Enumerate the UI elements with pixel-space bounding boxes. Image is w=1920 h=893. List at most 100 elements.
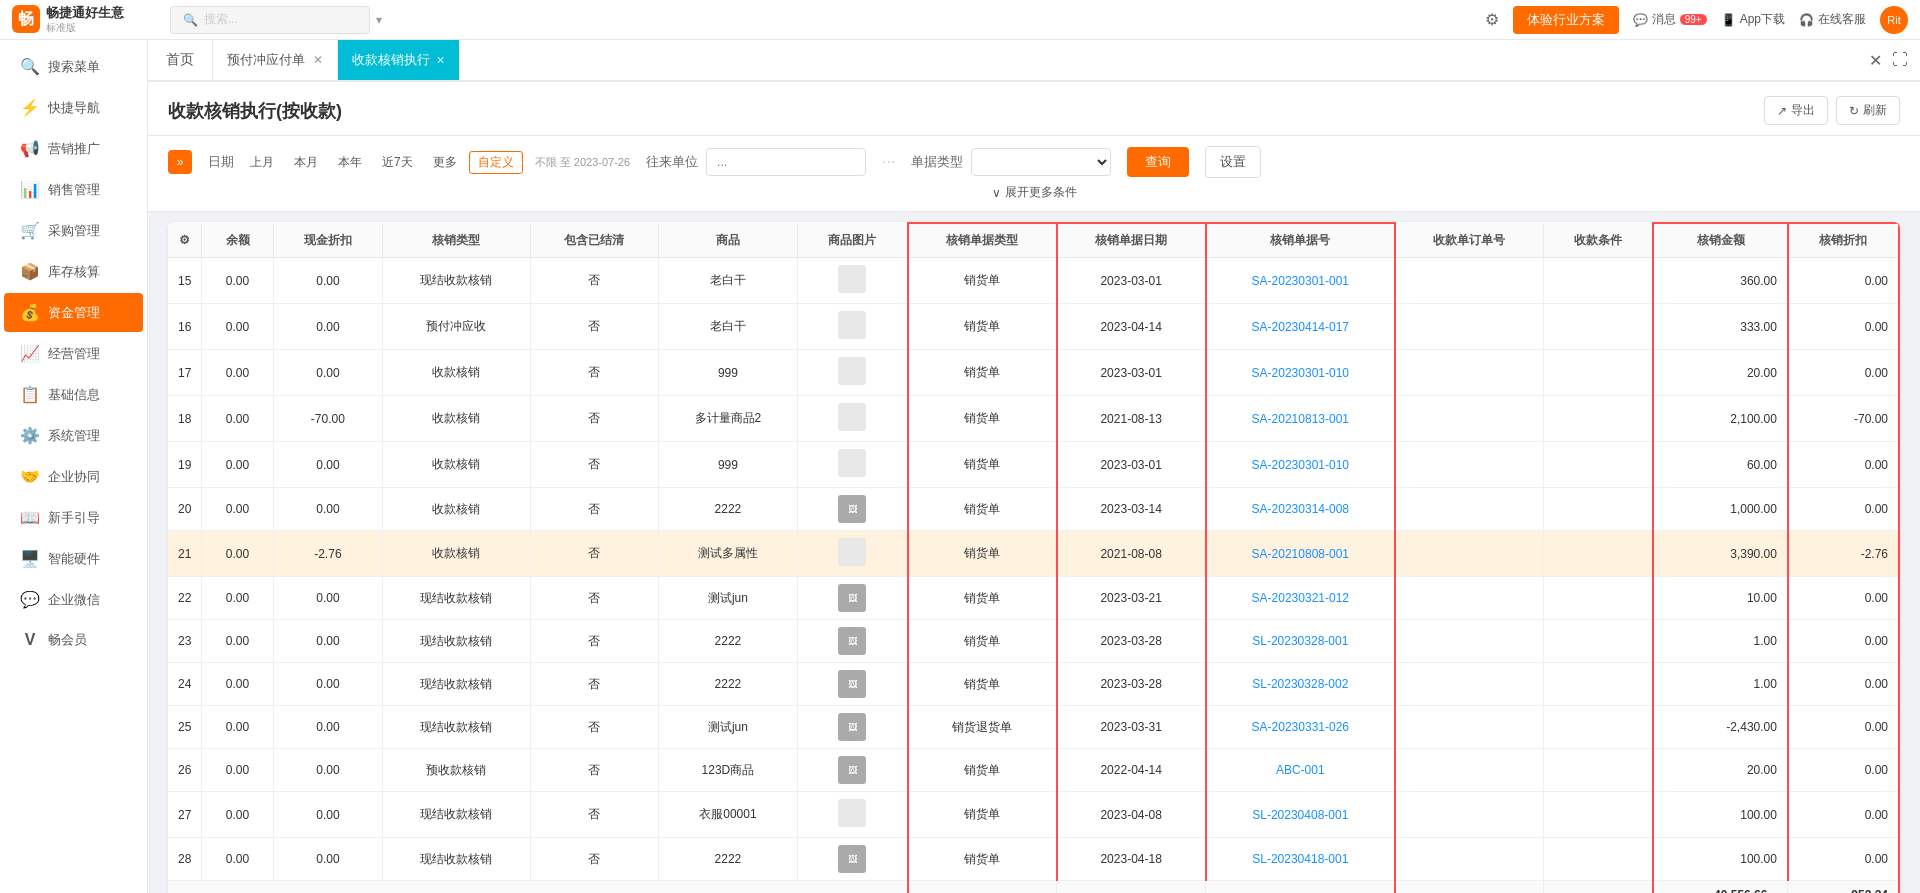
cell-verify-doc-no[interactable]: ABC-001 xyxy=(1206,749,1395,792)
cell-verify-doc-no[interactable]: SA-20210813-001 xyxy=(1206,396,1395,442)
export-button[interactable]: ↗ 导出 xyxy=(1764,96,1828,125)
cell-verify-type: 收款核销 xyxy=(383,350,530,396)
date-option-last-month[interactable]: 上月 xyxy=(242,152,282,173)
date-option-more[interactable]: 更多 xyxy=(425,152,465,173)
cell-verify-doc-no[interactable]: SL-20230328-001 xyxy=(1206,620,1395,663)
tab-home[interactable]: 首页 xyxy=(148,40,213,80)
app-download-icon: 📱 xyxy=(1721,13,1736,27)
col-header-settings[interactable]: ⚙ xyxy=(168,223,202,258)
sidebar-label-search: 搜索菜单 xyxy=(48,58,100,76)
user-avatar[interactable]: Rit xyxy=(1880,6,1908,34)
cell-receipt-order-no xyxy=(1395,396,1543,442)
app-badge: 标准版 xyxy=(46,21,124,34)
cell-verify-doc-no[interactable]: SA-20230301-010 xyxy=(1206,442,1395,488)
page-header-actions: ↗ 导出 ↻ 刷新 xyxy=(1764,96,1900,125)
tab-verify-close[interactable]: ✕ xyxy=(436,54,445,67)
refresh-button[interactable]: ↻ 刷新 xyxy=(1836,96,1900,125)
verify-doc-no-link[interactable]: SA-20230301-010 xyxy=(1252,458,1349,472)
dropdown-arrow-icon[interactable]: ▾ xyxy=(376,13,382,27)
sidebar-item-search[interactable]: 🔍 搜索菜单 xyxy=(4,47,143,86)
main-layout: 🔍 搜索菜单 ⚡ 快捷导航 📢 营销推广 📊 销售管理 🛒 采购管理 📦 库存核… xyxy=(0,40,1920,893)
query-button[interactable]: 查询 xyxy=(1127,147,1189,177)
col-header-verify-type: 核销类型 xyxy=(383,223,530,258)
cell-verify-doc-no[interactable]: SA-20230321-012 xyxy=(1206,577,1395,620)
cell-no: 17 xyxy=(168,350,202,396)
product-image-empty xyxy=(838,538,866,566)
cell-verify-doc-no[interactable]: SL-20230418-001 xyxy=(1206,838,1395,881)
search-placeholder: 搜索... xyxy=(204,11,238,28)
verify-doc-no-link[interactable]: SA-20230414-017 xyxy=(1252,320,1349,334)
sidebar-item-member[interactable]: V 畅会员 xyxy=(4,621,143,659)
verify-doc-no-link[interactable]: SA-20230314-008 xyxy=(1252,502,1349,516)
verify-doc-no-link[interactable]: SA-20230331-026 xyxy=(1252,720,1349,734)
date-option-this-year[interactable]: 本年 xyxy=(330,152,370,173)
cell-verify-doc-no[interactable]: SA-20210808-001 xyxy=(1206,531,1395,577)
tab-prepay[interactable]: 预付冲应付单 ✕ xyxy=(213,40,338,80)
cell-product-image: 🖼 xyxy=(797,749,907,792)
cell-verify-doc-no[interactable]: SA-20230331-026 xyxy=(1206,706,1395,749)
verify-doc-no-link[interactable]: SL-20230418-001 xyxy=(1252,852,1348,866)
cell-verify-doc-no[interactable]: SA-20230301-010 xyxy=(1206,350,1395,396)
cell-verify-doc-no[interactable]: SA-20230414-017 xyxy=(1206,304,1395,350)
search-box[interactable]: 🔍 搜索... xyxy=(170,6,370,34)
product-image: 🖼 xyxy=(838,584,866,612)
gear-settings-icon[interactable]: ⚙ xyxy=(1485,10,1499,29)
sidebar-item-finance[interactable]: 💰 资金管理 xyxy=(4,293,143,332)
sidebar-item-marketing[interactable]: 📢 营销推广 xyxy=(4,129,143,168)
table-container[interactable]: ⚙ 余额 现金折扣 核销类型 包含已结清 商品 商品图片 核销单据类型 核销单据… xyxy=(148,212,1920,893)
cell-receipt-condition xyxy=(1543,620,1653,663)
verify-doc-no-link[interactable]: SL-20230328-002 xyxy=(1252,677,1348,691)
verify-doc-no-link[interactable]: SA-20210808-001 xyxy=(1252,547,1349,561)
cell-verify-doc-type: 销货单 xyxy=(908,663,1057,706)
verify-doc-no-link[interactable]: SL-20230328-001 xyxy=(1252,634,1348,648)
cell-verify-doc-no[interactable]: SA-20230314-008 xyxy=(1206,488,1395,531)
verify-doc-no-link[interactable]: SA-20230301-001 xyxy=(1252,274,1349,288)
app-download-action[interactable]: 📱 App下载 xyxy=(1721,11,1785,28)
cell-included-settled: 否 xyxy=(530,663,658,706)
settings-button[interactable]: 设置 xyxy=(1205,146,1261,178)
sidebar-item-basic-info[interactable]: 📋 基础信息 xyxy=(4,375,143,414)
online-service-action[interactable]: 🎧 在线客服 xyxy=(1799,11,1866,28)
tab-prepay-close[interactable]: ✕ xyxy=(313,53,323,67)
sidebar-item-collab[interactable]: 🤝 企业协同 xyxy=(4,457,143,496)
sidebar-item-system[interactable]: ⚙️ 系统管理 xyxy=(4,416,143,455)
date-custom-button[interactable]: 自定义 xyxy=(469,151,523,174)
expand-more-button[interactable]: ∨ 展开更多条件 xyxy=(992,184,1077,201)
industry-solution-button[interactable]: 体验行业方案 xyxy=(1513,6,1619,34)
sidebar-item-sales[interactable]: 📊 销售管理 xyxy=(4,170,143,209)
cell-no: 24 xyxy=(168,663,202,706)
cell-verify-doc-no[interactable]: SA-20230301-001 xyxy=(1206,258,1395,304)
verify-doc-no-link[interactable]: ABC-001 xyxy=(1276,763,1325,777)
verify-doc-no-link[interactable]: SA-20230321-012 xyxy=(1252,591,1349,605)
sidebar-item-guide[interactable]: 📖 新手引导 xyxy=(4,498,143,537)
sidebar-item-wechat[interactable]: 💬 企业微信 xyxy=(4,580,143,619)
verify-doc-no-link[interactable]: SA-20230301-010 xyxy=(1252,366,1349,380)
sidebar-item-operations[interactable]: 📈 经营管理 xyxy=(4,334,143,373)
date-option-this-month[interactable]: 本月 xyxy=(286,152,326,173)
search-menu-icon: 🔍 xyxy=(20,57,40,76)
filter-expand-button[interactable]: » xyxy=(168,150,192,174)
sidebar-item-purchase[interactable]: 🛒 采购管理 xyxy=(4,211,143,250)
tab-close-icon[interactable]: ✕ xyxy=(1869,51,1882,70)
sidebar-item-hardware[interactable]: 🖥️ 智能硬件 xyxy=(4,539,143,578)
sidebar-item-quick-nav[interactable]: ⚡ 快捷导航 xyxy=(4,88,143,127)
verify-doc-no-link[interactable]: SA-20210813-001 xyxy=(1252,412,1349,426)
cell-included-settled: 否 xyxy=(530,531,658,577)
verify-doc-no-link[interactable]: SL-20230408-001 xyxy=(1252,808,1348,822)
cell-verify-discount: 0.00 xyxy=(1788,706,1899,749)
doctype-select[interactable] xyxy=(971,148,1111,176)
message-action[interactable]: 💬 消息 99+ xyxy=(1633,11,1707,28)
product-image: 🖼 xyxy=(838,756,866,784)
tab-verify[interactable]: 收款核销执行 ✕ xyxy=(338,40,460,80)
cell-balance: 0.00 xyxy=(202,838,273,881)
tab-verify-label: 收款核销执行 xyxy=(352,51,430,69)
cell-verify-doc-no[interactable]: SL-20230408-001 xyxy=(1206,792,1395,838)
partner-input[interactable] xyxy=(706,148,866,176)
cell-cash-discount: 0.00 xyxy=(273,304,382,350)
top-search-area: 🔍 搜索... ▾ xyxy=(170,6,1475,34)
sidebar-item-inventory[interactable]: 📦 库存核算 xyxy=(4,252,143,291)
date-option-7days[interactable]: 近7天 xyxy=(374,152,421,173)
cell-verify-discount: 0.00 xyxy=(1788,620,1899,663)
tab-expand-icon[interactable]: ⛶ xyxy=(1892,51,1908,69)
cell-verify-doc-no[interactable]: SL-20230328-002 xyxy=(1206,663,1395,706)
